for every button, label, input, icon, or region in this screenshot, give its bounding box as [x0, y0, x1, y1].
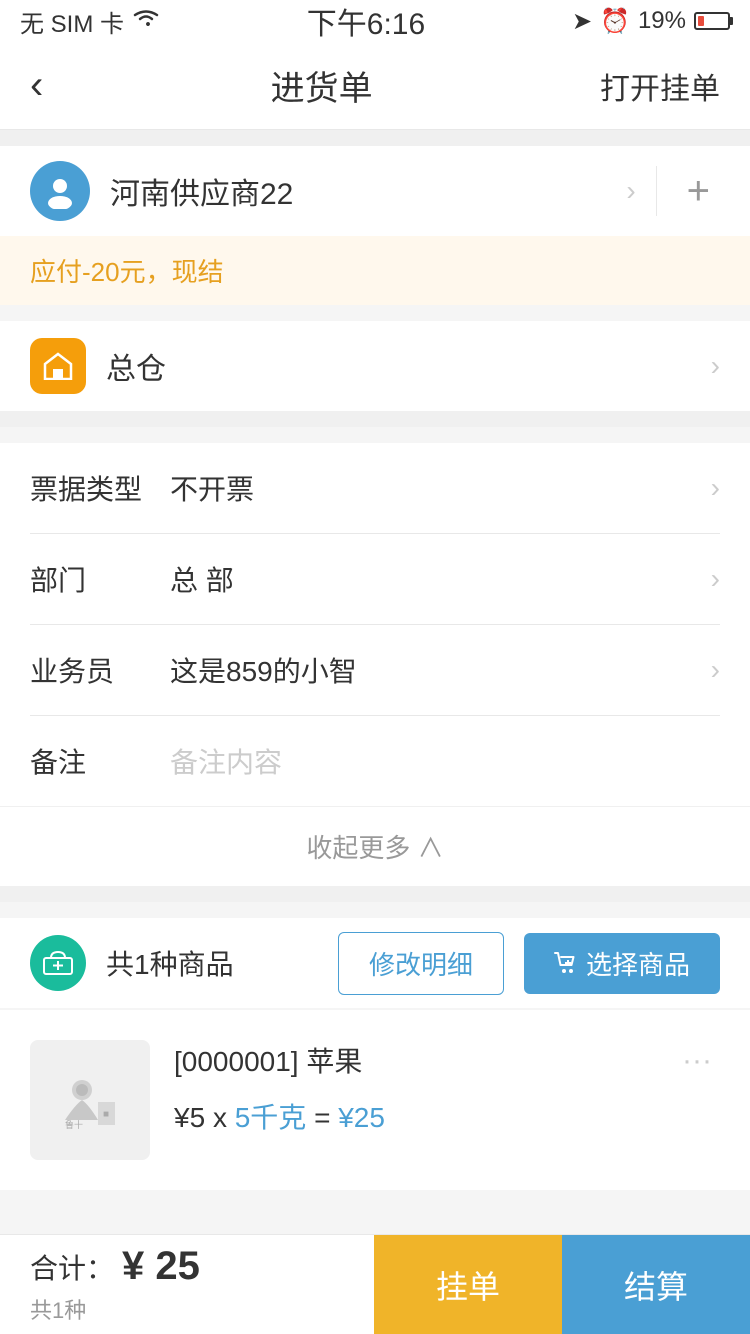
- product-price-row: ¥5 x 5千克 = ¥25: [174, 1096, 650, 1136]
- product-thumb-icon: ■ 鲁十: [60, 1070, 120, 1130]
- sim-status: 无 SIM 卡: [20, 4, 124, 39]
- total-amount: ¥ 25: [122, 1244, 200, 1289]
- supplier-chevron-icon: ›: [626, 175, 635, 207]
- warehouse-icon: [30, 338, 86, 394]
- warehouse-row[interactable]: 总仓 ›: [30, 321, 720, 411]
- checkout-button[interactable]: 结算: [562, 1235, 750, 1334]
- bottom-bar: 合计： ¥ 25 共1种 挂单 结算: [0, 1234, 750, 1334]
- remark-row[interactable]: 备注 备注内容: [0, 716, 750, 806]
- collapse-button[interactable]: 收起更多 ∧: [0, 806, 750, 886]
- invoice-value: 不开票: [170, 468, 711, 508]
- product-more-button[interactable]: ···: [674, 1040, 720, 1082]
- middle-divider1: [0, 411, 750, 427]
- page-title: 进货单: [271, 61, 373, 110]
- sales-label: 业务员: [30, 650, 150, 690]
- product-total: ¥25: [338, 1102, 385, 1133]
- select-product-label: 选择商品: [586, 945, 690, 982]
- hang-button[interactable]: 挂单: [374, 1235, 562, 1334]
- select-product-button[interactable]: 选择商品: [524, 933, 720, 994]
- total-sub: 共1种: [30, 1293, 344, 1325]
- product-header: 共1种商品 修改明细 选择商品: [0, 918, 750, 1008]
- supplier-section: 河南供应商22 › +: [0, 146, 750, 236]
- edit-detail-button[interactable]: 修改明细: [338, 932, 504, 995]
- product-thumbnail: ■ 鲁十: [30, 1040, 150, 1160]
- remark-label: 备注: [30, 741, 150, 781]
- warehouse-chevron-icon: ›: [711, 350, 720, 382]
- nav-bar: ‹ 进货单 打开挂单: [0, 42, 750, 130]
- battery-icon: [694, 12, 730, 30]
- invoice-row[interactable]: 票据类型 不开票 ›: [0, 443, 750, 533]
- product-code: [0000001]: [174, 1046, 299, 1077]
- svg-text:鲁十: 鲁十: [65, 1119, 83, 1130]
- cart-icon: [554, 952, 578, 974]
- alarm-icon: ⏰: [600, 7, 630, 36]
- product-title: 苹果: [306, 1046, 362, 1077]
- location-icon: ➤: [572, 7, 592, 36]
- add-supplier-button[interactable]: +: [677, 159, 720, 224]
- invoice-chevron-icon: ›: [711, 472, 720, 504]
- wifi-icon: [132, 7, 160, 35]
- product-icon: [30, 935, 86, 991]
- product-name: [0000001] 苹果: [174, 1040, 650, 1080]
- product-qty: 5千克: [235, 1102, 307, 1133]
- bottom-total: 合计： ¥ 25 共1种: [0, 1244, 374, 1325]
- dept-value: 总 部: [170, 559, 711, 599]
- product-info: [0000001] 苹果 ¥5 x 5千克 = ¥25: [174, 1040, 650, 1136]
- product-unit-price: ¥5: [174, 1102, 205, 1133]
- vertical-divider: [656, 166, 657, 216]
- sales-value: 这是859的小智: [170, 650, 711, 690]
- open-pending-button[interactable]: 打开挂单: [600, 64, 720, 108]
- supplier-name: 河南供应商22: [110, 169, 626, 213]
- product-item: ■ 鲁十 [0000001] 苹果 ¥5 x 5千克 = ¥25 ···: [0, 1010, 750, 1190]
- back-button[interactable]: ‹: [30, 63, 43, 108]
- invoice-label: 票据类型: [30, 468, 150, 508]
- dept-chevron-icon: ›: [711, 563, 720, 595]
- battery-percentage: 19%: [638, 7, 686, 35]
- sales-row[interactable]: 业务员 这是859的小智 ›: [0, 625, 750, 715]
- status-left: 无 SIM 卡: [20, 4, 160, 39]
- sales-chevron-icon: ›: [711, 654, 720, 686]
- svg-text:■: ■: [103, 1109, 109, 1120]
- payment-hint: 应付-20元，现结: [0, 236, 750, 305]
- warehouse-name: 总仓: [106, 344, 711, 388]
- top-divider: [0, 130, 750, 146]
- middle-divider2: [0, 886, 750, 902]
- supplier-row[interactable]: 河南供应商22 ›: [30, 146, 636, 236]
- total-label: 合计：: [30, 1247, 114, 1287]
- dept-row[interactable]: 部门 总 部 ›: [0, 534, 750, 624]
- remark-placeholder: 备注内容: [170, 741, 720, 781]
- warehouse-section: 总仓 ›: [0, 321, 750, 411]
- status-bar: 无 SIM 卡 下午6:16 ➤ ⏰ 19%: [0, 0, 750, 42]
- dept-label: 部门: [30, 559, 150, 599]
- status-time: 下午6:16: [307, 0, 425, 43]
- status-right: ➤ ⏰ 19%: [572, 7, 730, 36]
- supplier-avatar: [30, 161, 90, 221]
- product-count: 共1种商品: [106, 943, 318, 983]
- form-section: 票据类型 不开票 › 部门 总 部 › 业务员 这是859的小智 › 备注 备注…: [0, 443, 750, 806]
- collapse-label: 收起更多 ∧: [306, 828, 443, 865]
